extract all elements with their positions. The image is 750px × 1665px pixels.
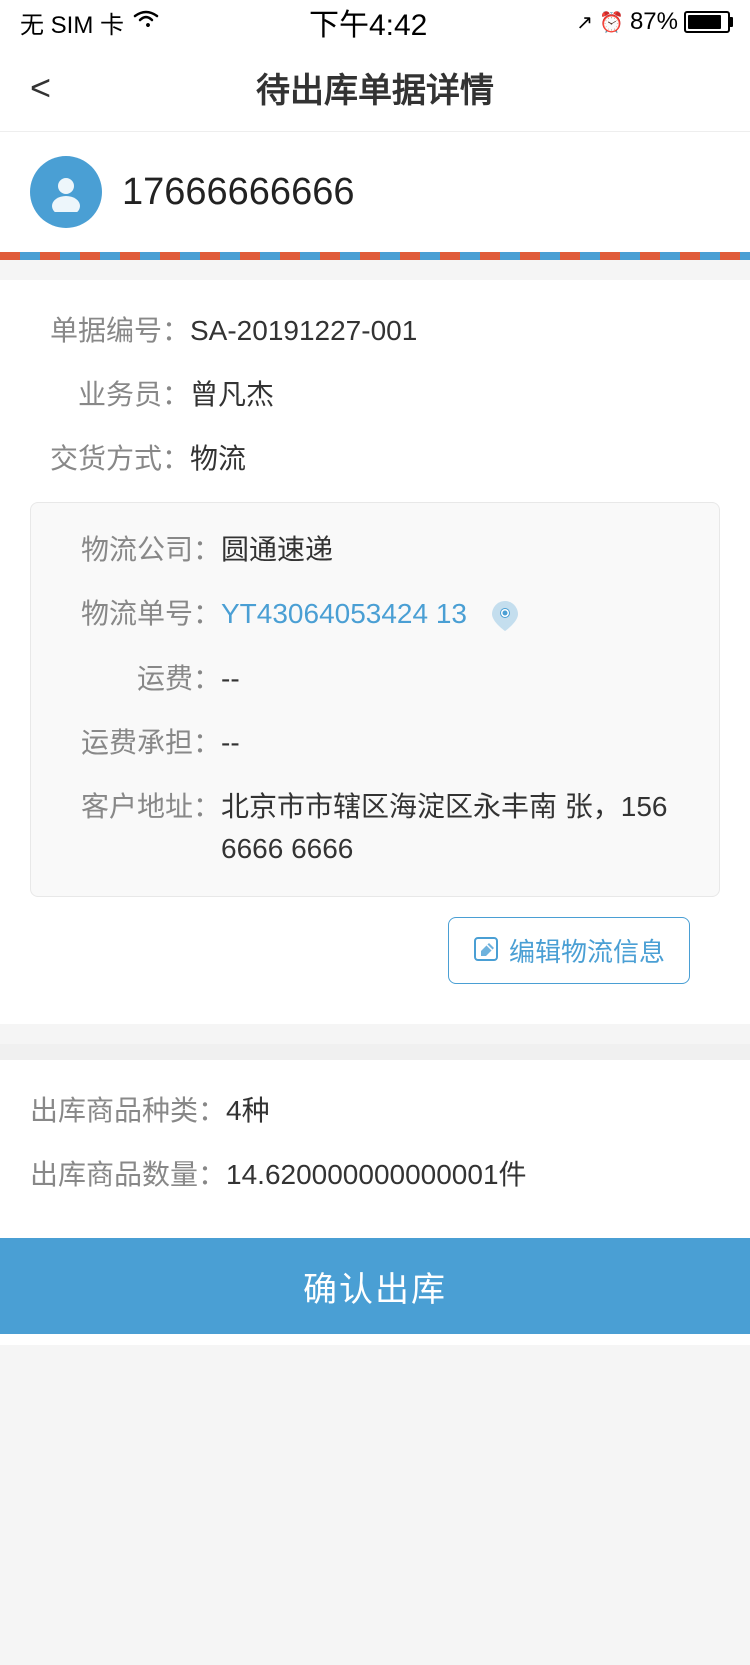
address-row: 客户地址： 北京市市辖区海淀区永丰南 张，156 6666 6666 bbox=[61, 786, 689, 870]
back-button[interactable]: < bbox=[30, 67, 51, 109]
goods-quantity-value: 14.620000000000001件 bbox=[226, 1154, 720, 1196]
logistics-company-value: 圆通速递 bbox=[221, 529, 689, 571]
freight-bearer-label: 运费承担： bbox=[61, 722, 221, 764]
customer-phone: 17666666666 bbox=[122, 171, 354, 214]
wifi-icon bbox=[132, 8, 160, 36]
section-separator bbox=[0, 1044, 750, 1060]
edit-logistics-button[interactable]: 编辑物流信息 bbox=[448, 917, 690, 984]
doc-number-row: 单据编号： SA-20191227-001 bbox=[30, 310, 720, 352]
logistics-tracking-row: 物流单号： YT43064053424 13 bbox=[61, 593, 689, 636]
freight-value: -- bbox=[221, 658, 689, 700]
logistics-company-row: 物流公司： 圆通速递 bbox=[61, 529, 689, 571]
agent-row: 业务员： 曾凡杰 bbox=[30, 374, 720, 416]
customer-header: 17666666666 bbox=[0, 132, 750, 252]
logistics-card: 物流公司： 圆通速递 物流单号： YT43064053424 13 bbox=[30, 502, 720, 897]
avatar bbox=[30, 156, 102, 228]
goods-quantity-label: 出库商品数量： bbox=[30, 1154, 226, 1196]
confirm-label: 确认出库 bbox=[303, 1262, 447, 1311]
agent-label: 业务员： bbox=[30, 374, 190, 416]
location-track-icon[interactable] bbox=[485, 596, 525, 636]
empty-space bbox=[0, 1345, 750, 1545]
address-value: 北京市市辖区海淀区永丰南 张，156 6666 6666 bbox=[221, 786, 689, 870]
goods-types-value: 4种 bbox=[226, 1090, 720, 1132]
agent-value: 曾凡杰 bbox=[190, 374, 720, 416]
confirm-button[interactable]: 确认出库 bbox=[0, 1238, 750, 1334]
delivery-value: 物流 bbox=[190, 438, 720, 480]
freight-label: 运费： bbox=[61, 658, 221, 700]
freight-bearer-value: -- bbox=[221, 722, 689, 764]
edit-logistics-label: 编辑物流信息 bbox=[509, 932, 665, 969]
doc-number-value: SA-20191227-001 bbox=[190, 310, 720, 352]
page-title: 待出库单据详情 bbox=[256, 63, 494, 112]
time-label: 下午4:42 bbox=[309, 0, 427, 44]
goods-quantity-row: 出库商品数量： 14.620000000000001件 bbox=[30, 1154, 720, 1196]
logistics-tracking-label: 物流单号： bbox=[61, 593, 221, 635]
goods-types-row: 出库商品种类： 4种 bbox=[30, 1090, 720, 1132]
status-left: 无 SIM 卡 bbox=[20, 5, 160, 40]
status-bar: 无 SIM 卡 下午4:42 ↗ ⏰ 87% bbox=[0, 0, 750, 44]
freight-row: 运费： -- bbox=[61, 658, 689, 700]
address-label: 客户地址： bbox=[61, 786, 221, 828]
location-icon: ↗ bbox=[576, 10, 593, 35]
freight-bearer-row: 运费承担： -- bbox=[61, 722, 689, 764]
logistics-company-label: 物流公司： bbox=[61, 529, 221, 571]
nav-bar: < 待出库单据详情 bbox=[0, 44, 750, 132]
edit-logistics-area: 编辑物流信息 bbox=[30, 897, 720, 994]
battery-icon bbox=[684, 11, 730, 33]
delivery-label: 交货方式： bbox=[30, 438, 190, 480]
alarm-icon: ⏰ bbox=[599, 10, 624, 35]
edit-icon bbox=[473, 936, 501, 964]
carrier-label: 无 SIM 卡 bbox=[20, 5, 124, 40]
document-info-card: 单据编号： SA-20191227-001 业务员： 曾凡杰 交货方式： 物流 … bbox=[0, 280, 750, 1024]
logistics-tracking-value: YT43064053424 13 bbox=[221, 593, 689, 636]
doc-number-label: 单据编号： bbox=[30, 310, 190, 352]
dashed-separator bbox=[0, 252, 750, 260]
status-right: ↗ ⏰ 87% bbox=[576, 8, 730, 36]
goods-types-label: 出库商品种类： bbox=[30, 1090, 226, 1132]
battery-percent: 87% bbox=[630, 8, 678, 36]
delivery-row: 交货方式： 物流 bbox=[30, 438, 720, 480]
